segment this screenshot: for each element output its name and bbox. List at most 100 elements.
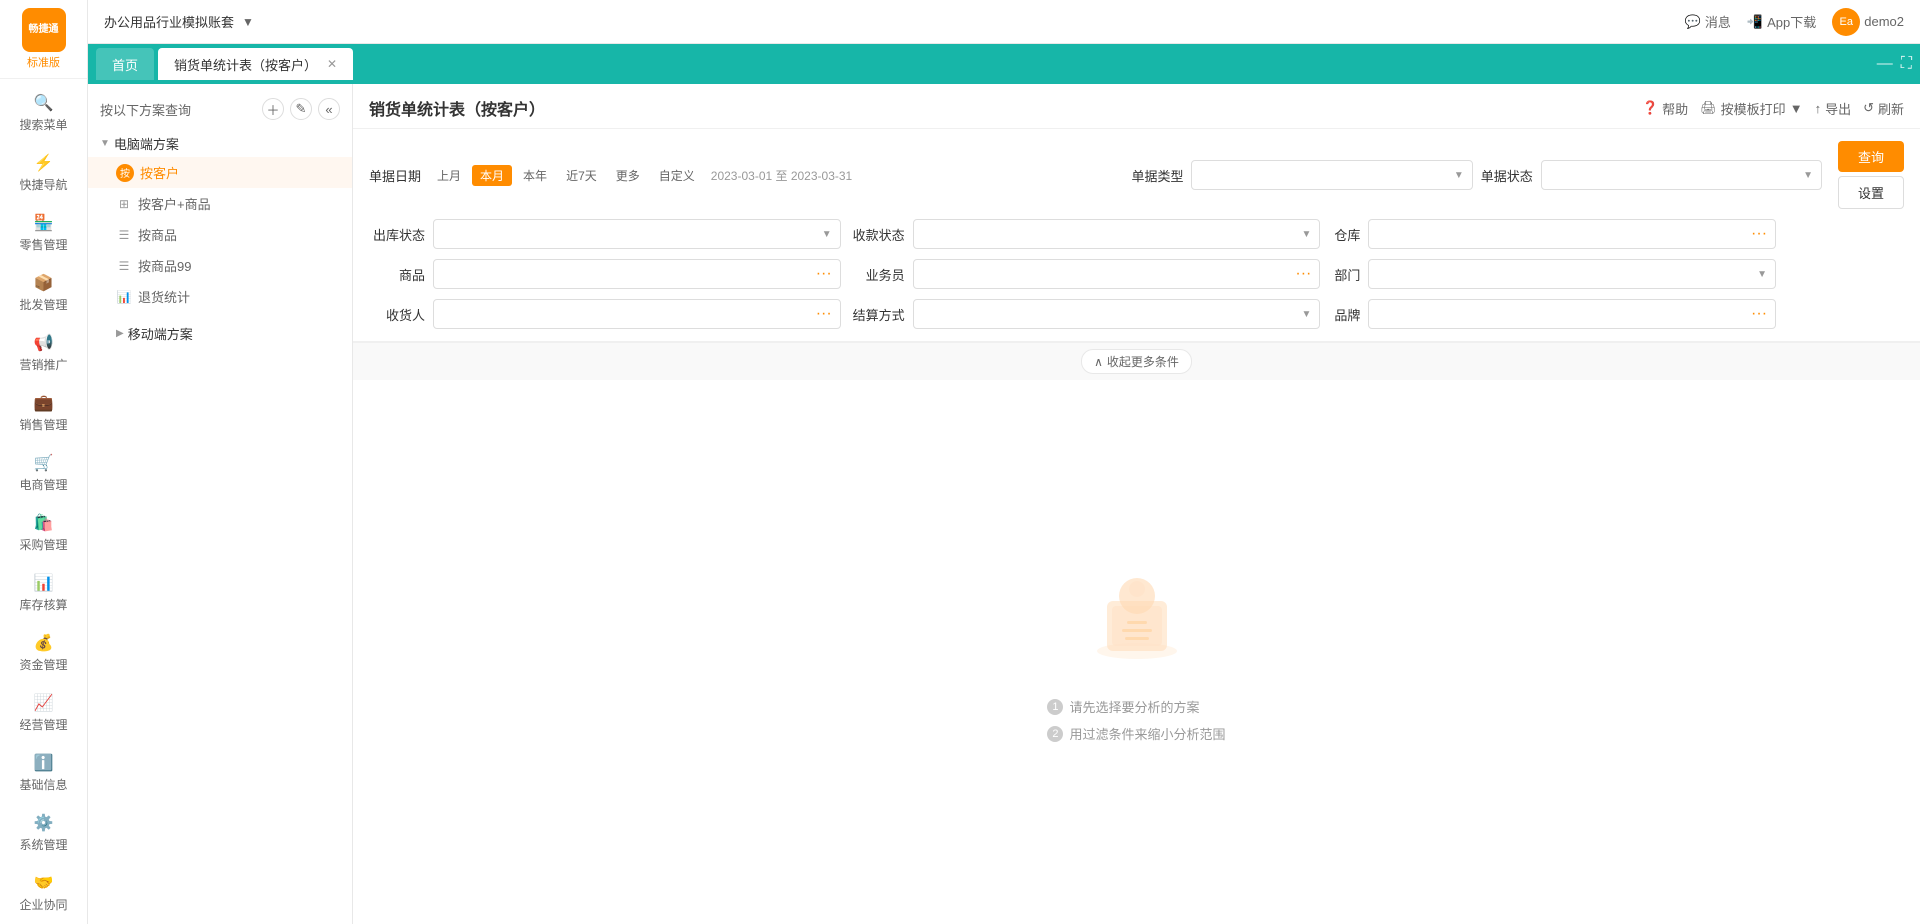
status-select[interactable]: ▼ [1541, 160, 1822, 190]
date-tab-last-month[interactable]: 上月 [429, 165, 469, 186]
warehouse-select[interactable]: ··· [1368, 219, 1776, 249]
type-select[interactable]: ▼ [1191, 160, 1472, 190]
goods-select[interactable]: ··· [433, 259, 841, 289]
sidebar-item-purchase[interactable]: 🛍️ 采购管理 [0, 503, 87, 563]
empty-tips: 1 请先选择要分析的方案 2 用过滤条件来缩小分析范围 [1047, 697, 1225, 743]
sidebar-item-finance[interactable]: 💰 资金管理 [0, 623, 87, 683]
tip-num-1: 1 [1047, 699, 1063, 715]
out-status-arrow: ▼ [822, 229, 832, 240]
export-button[interactable]: ↑ 导出 [1815, 99, 1852, 118]
sidebar-item-system[interactable]: ⚙️ 系统管理 [0, 803, 87, 863]
return-stat-icon: 📊 [116, 289, 132, 305]
scheme-item-label: 按客户 [140, 163, 179, 182]
by-customer-goods-icon: ⊞ [116, 196, 132, 212]
date-tabs: 上月 本月 本年 近7天 更多 自定义 [429, 165, 703, 186]
add-scheme-button[interactable]: ＋ [262, 98, 284, 120]
base-icon: ℹ️ [34, 753, 54, 773]
settings-button[interactable]: 设置 [1838, 176, 1904, 209]
scheme-item-by-customer-goods[interactable]: ⊞ 按客户+商品 [88, 188, 352, 219]
type-label: 单据类型 [1131, 166, 1183, 185]
date-tab-7days[interactable]: 近7天 [558, 165, 605, 186]
scheme-group-desktop-header[interactable]: ▼ 电脑端方案 [88, 130, 352, 157]
sidebar-item-search[interactable]: 🔍 搜索菜单 [0, 83, 87, 143]
sidebar-item-label: 资金管理 [19, 656, 67, 673]
right-content: 销货单统计表（按客户） ❓ 帮助 🖨 按模板打印 ▼ ↑ 导出 [353, 84, 1920, 924]
date-tab-custom[interactable]: 自定义 [651, 165, 703, 186]
brand-label: 品牌 [1328, 305, 1360, 324]
sidebar-item-label: 基础信息 [19, 776, 67, 793]
date-tab-more[interactable]: 更多 [608, 165, 648, 186]
warehouse-dots: ··· [1751, 225, 1767, 243]
sidebar-item-quick-nav[interactable]: ⚡ 快捷导航 [0, 143, 87, 203]
tab-close-icon[interactable]: ✕ [327, 57, 337, 71]
settlement-arrow: ▼ [1301, 309, 1311, 320]
out-status-select[interactable]: ▼ [433, 219, 841, 249]
salesperson-select[interactable]: ··· [913, 259, 1321, 289]
user-area[interactable]: Ea demo2 [1832, 8, 1904, 36]
help-label: 帮助 [1662, 99, 1688, 118]
edit-scheme-button[interactable]: ✎ [290, 98, 312, 120]
receiver-select[interactable]: ··· [433, 299, 841, 329]
topbar-dropdown-arrow[interactable]: ▼ [242, 15, 254, 29]
date-tab-this-month[interactable]: 本月 [472, 165, 512, 186]
pay-status-label: 收款状态 [849, 225, 905, 244]
left-panel: 按以下方案查询 ＋ ✎ « ▼ 电脑端方案 按 按客户 ⊞ 按客 [88, 84, 353, 924]
collapse-up-icon: ∧ [1094, 355, 1103, 369]
settlement-select[interactable]: ▼ [913, 299, 1321, 329]
logo-text-icon: 畅捷通 [29, 24, 59, 36]
scheme-item-by-customer[interactable]: 按 按客户 [88, 157, 352, 188]
tip-text-2: 用过滤条件来缩小分析范围 [1069, 724, 1225, 743]
sidebar-item-label: 营销推广 [19, 356, 67, 373]
pay-status-select[interactable]: ▼ [913, 219, 1321, 249]
app-subtitle: 标准版 [27, 54, 60, 70]
scheme-item-label: 按商品 [138, 225, 177, 244]
query-button[interactable]: 查询 [1838, 141, 1904, 172]
sidebar-item-ecommerce[interactable]: 🛒 电商管理 [0, 443, 87, 503]
sidebar-item-inventory[interactable]: 📊 库存核算 [0, 563, 87, 623]
scheme-item-by-goods[interactable]: ☰ 按商品 [88, 219, 352, 250]
collapse-panel-button[interactable]: « [318, 98, 340, 120]
date-tab-this-year[interactable]: 本年 [515, 165, 555, 186]
sidebar-item-label: 零售管理 [19, 236, 67, 253]
mobile-group-expand-icon: ▶ [116, 328, 124, 339]
print-dropdown-icon[interactable]: ▼ [1790, 101, 1803, 116]
message-button[interactable]: 💬 消息 [1685, 12, 1731, 31]
scheme-group-mobile-header[interactable]: ▶ 移动端方案 [88, 320, 352, 347]
app-download-button[interactable]: 📲 App下载 [1747, 12, 1816, 31]
scheme-group-mobile: ▶ 移动端方案 [88, 316, 352, 351]
operation-icon: 📈 [34, 693, 54, 713]
sidebar-item-sales[interactable]: 💼 销售管理 [0, 383, 87, 443]
brand-select[interactable]: ··· [1368, 299, 1776, 329]
app-download-label: App下载 [1767, 12, 1816, 31]
sidebar-item-operation[interactable]: 📈 经营管理 [0, 683, 87, 743]
tabbar: 首页 销货单统计表（按客户） ✕ — ⛶ [88, 44, 1920, 84]
help-button[interactable]: ❓ 帮助 [1642, 99, 1688, 118]
help-icon: ❓ [1642, 100, 1658, 116]
system-icon: ⚙️ [34, 813, 54, 833]
topbar-title: 办公用品行业模拟账套 [104, 12, 234, 31]
maximize-icon[interactable]: ⛶ [1901, 55, 1912, 73]
sidebar-item-enterprise[interactable]: 🤝 企业协同 [0, 863, 87, 923]
inventory-icon: 📊 [34, 573, 54, 593]
sidebar-item-wholesale[interactable]: 📦 批发管理 [0, 263, 87, 323]
sidebar-item-base[interactable]: ℹ️ 基础信息 [0, 743, 87, 803]
scheme-item-label: 按商品99 [138, 256, 191, 275]
sidebar-item-retail[interactable]: 🏪 零售管理 [0, 203, 87, 263]
sidebar-item-label: 经营管理 [19, 716, 67, 733]
filter-row-3: 商品 ··· 业务员 ··· 部门 ▼ [369, 259, 1904, 289]
sidebar-item-marketing[interactable]: 📢 营销推广 [0, 323, 87, 383]
tab-home[interactable]: 首页 [96, 48, 154, 80]
quicknav-icon: ⚡ [34, 153, 54, 173]
scheme-item-return-stat[interactable]: 📊 退货统计 [88, 281, 352, 312]
collapse-button[interactable]: ∧ 收起更多条件 [1081, 349, 1192, 374]
print-button[interactable]: 🖨 按模板打印 ▼ [1700, 99, 1802, 118]
salesperson-dots: ··· [1295, 265, 1311, 283]
scheme-item-by-goods99[interactable]: ☰ 按商品99 [88, 250, 352, 281]
refresh-button[interactable]: ↺ 刷新 [1863, 99, 1904, 118]
department-select[interactable]: ▼ [1368, 259, 1776, 289]
tab-sales-stat[interactable]: 销货单统计表（按客户） ✕ [158, 48, 353, 80]
minimize-icon[interactable]: — [1877, 55, 1893, 73]
warehouse-label: 仓库 [1328, 225, 1360, 244]
scheme-group-desktop-label: 电脑端方案 [114, 134, 179, 153]
collapse-bar[interactable]: ∧ 收起更多条件 [353, 342, 1920, 380]
